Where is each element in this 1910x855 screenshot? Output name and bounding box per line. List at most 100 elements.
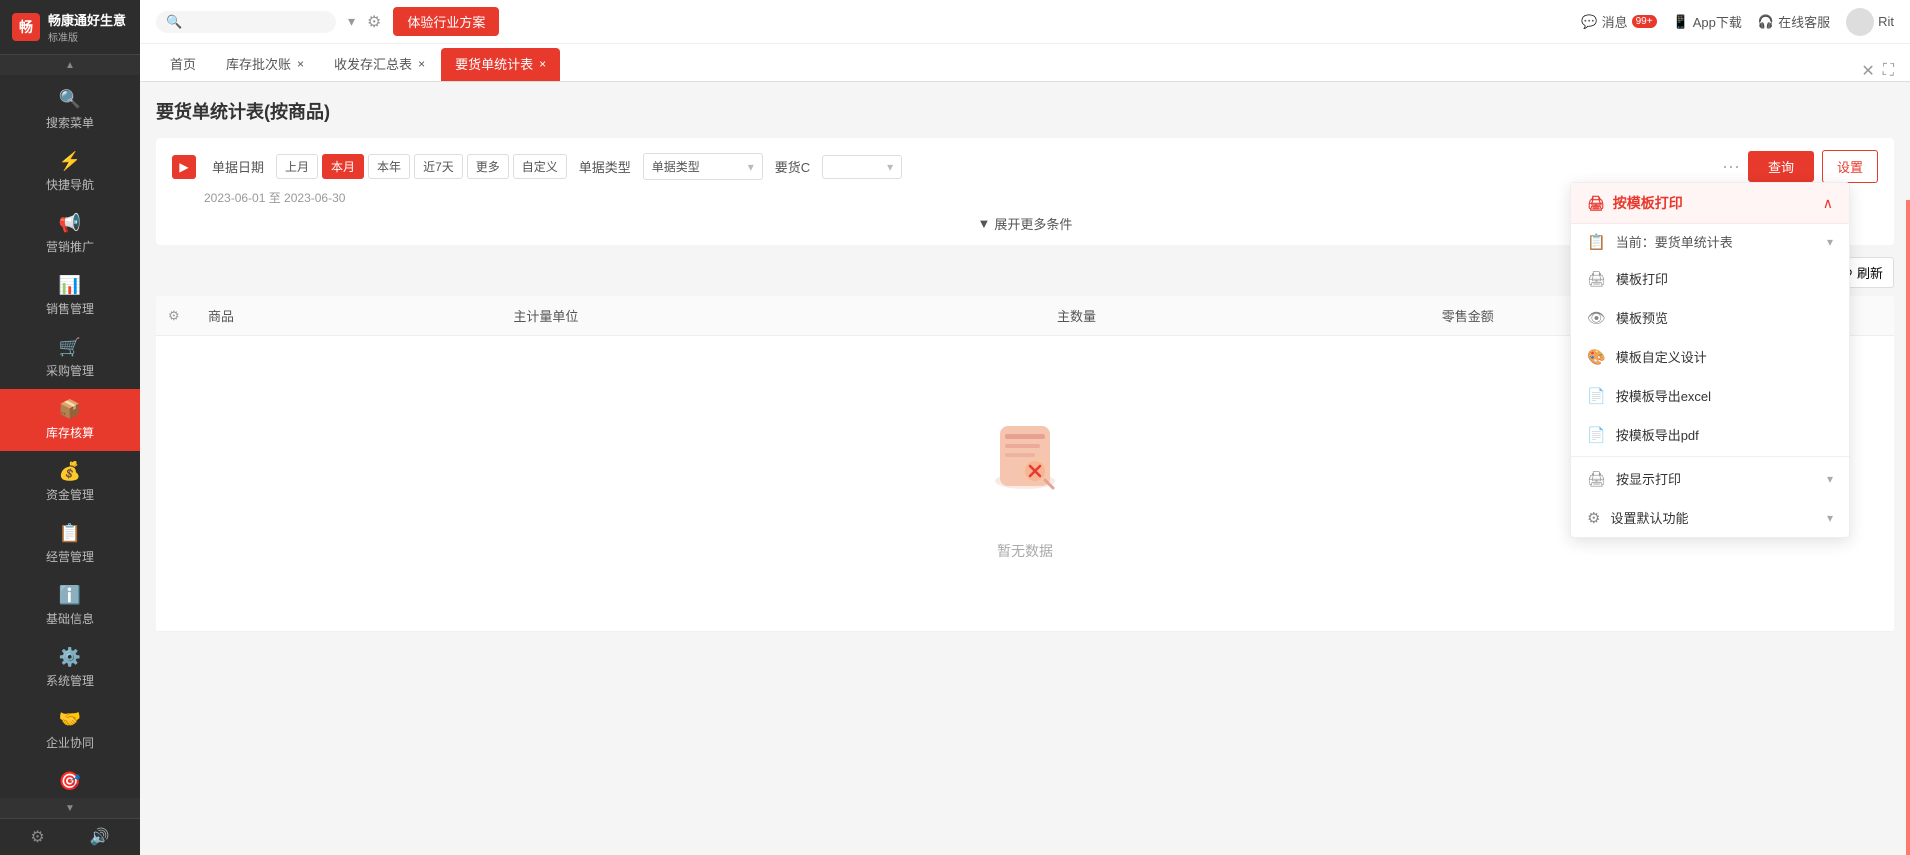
dropdown-sub-set-default[interactable]: ⚙ 设置默认功能 ▾: [1571, 498, 1849, 537]
topbar-right: 💬 消息 99+ 📱 App下载 🎧 在线客服 Rit: [1581, 8, 1894, 36]
operation-icon: 📋: [59, 523, 81, 544]
export-pdf-icon: 📄: [1587, 426, 1606, 444]
settings-bottom-icon[interactable]: ⚙: [30, 827, 44, 847]
date-btn-current-month[interactable]: 本月: [322, 154, 364, 179]
sidebar-item-newbie[interactable]: 🎯 新手引导: [0, 761, 140, 798]
logo-icon: 畅: [12, 13, 40, 41]
user-avatar-btn[interactable]: Rit: [1846, 8, 1894, 36]
resize-handle[interactable]: [1906, 200, 1910, 855]
date-filter-label: 单据日期: [212, 157, 264, 176]
sound-icon[interactable]: 🔊: [90, 827, 110, 847]
dropdown-item-template-print[interactable]: 🖨 模板打印: [1571, 259, 1849, 298]
filter-expand-btn[interactable]: ▶: [172, 155, 196, 179]
display-print-chevron: ▾: [1827, 472, 1833, 486]
current-icon: 📋: [1587, 233, 1606, 251]
sidebar-label-finance: 资金管理: [46, 486, 94, 503]
dropdown-header[interactable]: 🖨 按模板打印 ∧: [1571, 183, 1849, 224]
settings-button[interactable]: 设置: [1822, 150, 1878, 183]
order-type-select[interactable]: 单据类型 ▾: [643, 153, 763, 180]
basic-icon: ℹ️: [59, 585, 81, 606]
main-area: 🔍 ▾ ⚙ 体验行业方案 💬 消息 99+ 📱 App下载 🎧 在线客服 Rit: [140, 0, 1910, 855]
col-quantity: 主数量: [1045, 296, 1430, 336]
tab-receipt-summary-label: 收发存汇总表: [334, 54, 412, 73]
current-label: 当前：要货单统计表: [1616, 232, 1733, 251]
avatar: [1846, 8, 1874, 36]
tab-expand-icon[interactable]: ⛶: [1883, 62, 1894, 80]
sidebar-bottom: ⚙ 🔊: [0, 818, 140, 855]
tab-inventory-batch-label: 库存批次账: [226, 54, 291, 73]
template-print-icon: 🖨: [1587, 270, 1606, 288]
collab-icon: 🤝: [59, 709, 81, 730]
current-chevron[interactable]: ▾: [1827, 235, 1833, 249]
date-btn-more[interactable]: 更多: [467, 154, 509, 179]
sidebar-label-basic: 基础信息: [46, 610, 94, 627]
sidebar-item-marketing[interactable]: 📢 营销推广: [0, 203, 140, 265]
sidebar-label-marketing: 营销推广: [46, 238, 94, 255]
logo-text: 畅康通好生意 标准版: [48, 10, 126, 44]
date-btn-current-year[interactable]: 本年: [368, 154, 410, 179]
sidebar-scroll-down[interactable]: ▼: [0, 798, 140, 818]
display-print-icon: 🖨: [1587, 470, 1606, 488]
sidebar-label-shortcut: 快捷导航: [46, 176, 94, 193]
yh-select[interactable]: ▾: [822, 155, 902, 179]
tab-requisition-stats[interactable]: 要货单统计表 ×: [441, 48, 560, 81]
query-button[interactable]: 查询: [1748, 151, 1814, 182]
yh-filter-label: 要货C: [775, 157, 810, 176]
sidebar-item-collab[interactable]: 🤝 企业协同: [0, 699, 140, 761]
tab-home-label: 首页: [170, 54, 196, 73]
filter-more-icon[interactable]: ···: [1722, 156, 1740, 177]
sidebar-item-inventory[interactable]: 📦 库存核算: [0, 389, 140, 451]
app-tag: 标准版: [48, 29, 126, 44]
sidebar-item-operation[interactable]: 📋 经营管理: [0, 513, 140, 575]
tab-close-all-icon[interactable]: ✕: [1861, 61, 1874, 81]
shortcut-icon: ⚡: [59, 151, 81, 172]
online-service-btn[interactable]: 🎧 在线客服: [1758, 12, 1830, 31]
tab-receipt-summary[interactable]: 收发存汇总表 ×: [320, 48, 439, 81]
purchase-icon: 🛒: [59, 337, 81, 358]
topbar-chevron-icon[interactable]: ▾: [348, 13, 355, 30]
topbar-search-input[interactable]: [188, 15, 318, 29]
tab-bar: 首页 库存批次账 × 收发存汇总表 × 要货单统计表 × ✕ ⛶: [140, 44, 1910, 82]
tab-inventory-batch[interactable]: 库存批次账 ×: [212, 48, 318, 81]
dropdown-item-0-label: 模板打印: [1616, 269, 1668, 288]
system-icon: ⚙️: [59, 647, 81, 668]
topbar: 🔍 ▾ ⚙ 体验行业方案 💬 消息 99+ 📱 App下载 🎧 在线客服 Rit: [140, 0, 1910, 44]
col-settings-icon[interactable]: ⚙: [168, 308, 180, 323]
trial-button[interactable]: 体验行业方案: [393, 7, 499, 36]
tab-receipt-summary-close[interactable]: ×: [418, 57, 425, 71]
sidebar-scroll-up[interactable]: ▲: [0, 55, 140, 75]
app-download-btn[interactable]: 📱 App下载: [1673, 12, 1742, 31]
dropdown-close-arrow[interactable]: ∧: [1823, 195, 1833, 212]
sidebar-item-system[interactable]: ⚙️ 系统管理: [0, 637, 140, 699]
date-btn-prev-month[interactable]: 上月: [276, 154, 318, 179]
dropdown-item-export-excel[interactable]: 📄 按模板导出excel: [1571, 376, 1849, 415]
expand-more-btn[interactable]: ▼ 展开更多条件: [978, 214, 1073, 233]
sidebar-item-sales[interactable]: 📊 销售管理: [0, 265, 140, 327]
sidebar-item-purchase[interactable]: 🛒 采购管理: [0, 327, 140, 389]
dropdown-item-template-custom[interactable]: 🎨 模板自定义设计: [1571, 337, 1849, 376]
tab-requisition-stats-close[interactable]: ×: [539, 57, 546, 71]
messages-badge: 99+: [1632, 15, 1657, 28]
tab-inventory-batch-close[interactable]: ×: [297, 57, 304, 71]
set-default-icon: ⚙: [1587, 509, 1600, 527]
sidebar-item-basic[interactable]: ℹ️ 基础信息: [0, 575, 140, 637]
dropdown-sub-display-print[interactable]: 🖨 按显示打印 ▾: [1571, 459, 1849, 498]
date-btn-last7days[interactable]: 近7天: [414, 154, 463, 179]
dropdown-item-3-label: 按模板导出excel: [1616, 386, 1711, 405]
sidebar-item-shortcut[interactable]: ⚡ 快捷导航: [0, 141, 140, 203]
dropdown-sub-0-label: 按显示打印: [1616, 469, 1681, 488]
dropdown-item-template-preview[interactable]: 👁 模板预览: [1571, 298, 1849, 337]
tab-home[interactable]: 首页: [156, 48, 210, 81]
date-btn-custom[interactable]: 自定义: [513, 154, 567, 179]
messages-btn[interactable]: 💬 消息 99+: [1581, 12, 1656, 31]
dropdown-item-1-label: 模板预览: [1616, 308, 1668, 327]
topbar-search-box[interactable]: 🔍: [156, 11, 336, 33]
dropdown-item-export-pdf[interactable]: 📄 按模板导出pdf: [1571, 415, 1849, 454]
sidebar-item-search[interactable]: 🔍 搜索菜单: [0, 79, 140, 141]
topbar-gear-icon[interactable]: ⚙: [367, 12, 381, 32]
page-title: 要货单统计表(按商品): [156, 98, 1894, 124]
dropdown-header-left: 🖨 按模板打印: [1587, 193, 1683, 213]
col-settings: ⚙: [156, 296, 196, 336]
sidebar-item-finance[interactable]: 💰 资金管理: [0, 451, 140, 513]
dropdown-sub-left-1: ⚙ 设置默认功能: [1587, 508, 1688, 527]
